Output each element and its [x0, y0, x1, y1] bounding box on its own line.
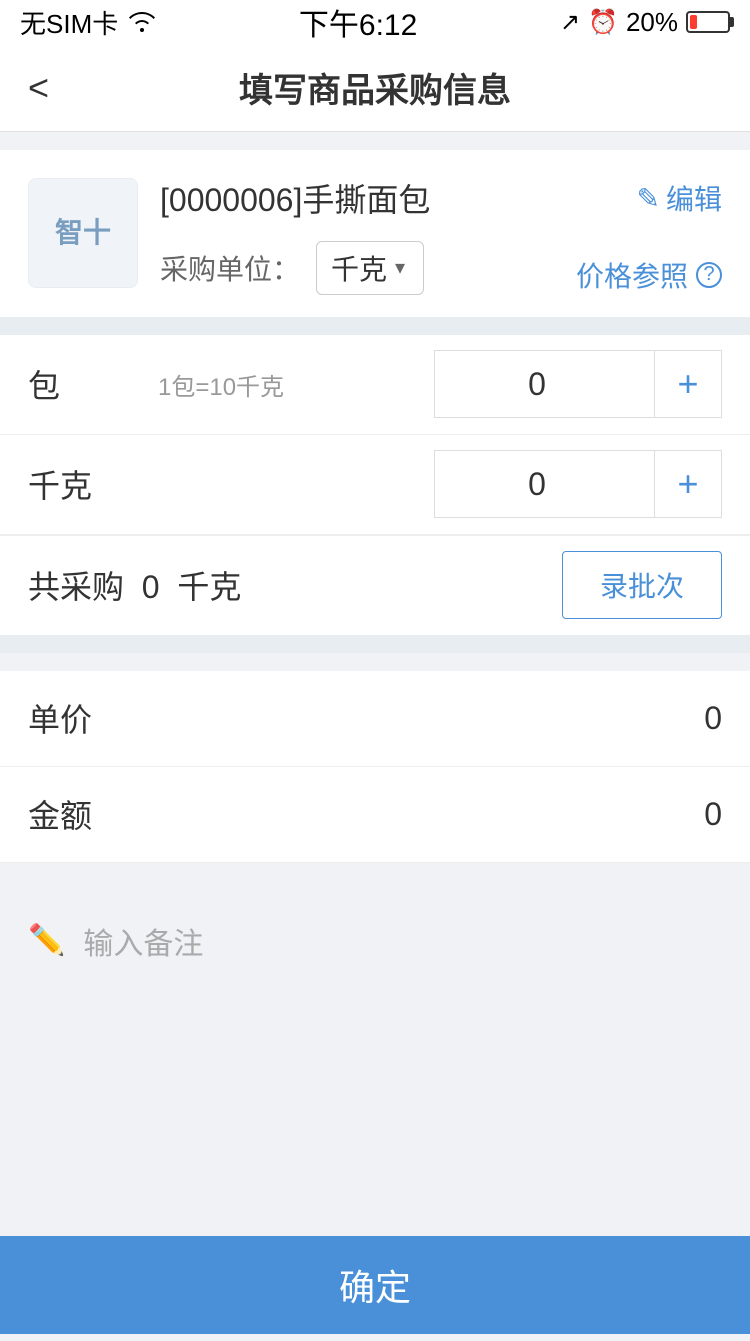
- battery-icon: [686, 11, 730, 33]
- bag-input-row: 包 1包=10千克 +: [0, 335, 750, 435]
- edit-button[interactable]: ✎ 编辑: [637, 178, 722, 218]
- product-id: [0000006]: [160, 182, 302, 218]
- unit-value: 千克: [331, 248, 387, 288]
- divider-2: [0, 635, 750, 653]
- bag-input-right: +: [434, 350, 722, 418]
- status-left: 无SIM卡: [20, 4, 156, 41]
- bag-plus-button[interactable]: +: [654, 350, 722, 418]
- amount-label: 金额: [28, 791, 92, 837]
- battery-pct: 20%: [626, 7, 678, 38]
- unit-price-label: 单价: [28, 695, 92, 741]
- amount-row: 金额 0: [0, 767, 750, 863]
- price-ref-label: 价格参照: [576, 255, 688, 295]
- bag-label: 包: [28, 361, 148, 407]
- summary-unit: 千克: [177, 569, 241, 605]
- remark-placeholder: 输入备注: [83, 919, 203, 963]
- input-section: 包 1包=10千克 + 千克 + 共采购 0 千克 录批次: [0, 335, 750, 635]
- edit-icon: ✎: [637, 182, 660, 215]
- summary-value: 0: [142, 569, 160, 605]
- bag-quantity-input[interactable]: [434, 350, 654, 418]
- unit-price-row: 单价 0: [0, 671, 750, 767]
- kg-label: 千克: [28, 461, 148, 507]
- summary-text: 共采购 0 千克: [28, 562, 241, 608]
- unit-selector[interactable]: 千克 ▾: [316, 241, 424, 295]
- batch-label: 录批次: [600, 565, 684, 605]
- wifi-icon: [128, 12, 156, 32]
- kg-plus-icon: +: [677, 463, 698, 505]
- nav-bar: < 填写商品采购信息: [0, 44, 750, 132]
- alarm-icon: ⏰: [588, 8, 618, 37]
- product-image: 智十: [28, 178, 138, 288]
- kg-input-row: 千克 +: [0, 435, 750, 535]
- divider-1: [0, 317, 750, 335]
- location-icon: ↗: [560, 8, 580, 37]
- batch-button[interactable]: 录批次: [562, 551, 722, 619]
- status-bar: 无SIM卡 下午6:12 ↗ ⏰ 20%: [0, 0, 750, 44]
- remark-section[interactable]: ✏️ 输入备注: [0, 881, 750, 1001]
- kg-plus-button[interactable]: +: [654, 450, 722, 518]
- back-arrow-icon: <: [28, 67, 49, 108]
- back-button[interactable]: <: [28, 67, 49, 109]
- bag-sublabel: 1包=10千克: [158, 367, 284, 402]
- kg-input-right: +: [434, 450, 722, 518]
- kg-quantity-input[interactable]: [434, 450, 654, 518]
- product-logo: 智十: [55, 216, 111, 250]
- edit-label: 编辑: [666, 178, 722, 218]
- product-title: 手撕面包: [302, 182, 430, 218]
- price-section: 单价 0 金额 0: [0, 671, 750, 863]
- amount-value: 0: [704, 796, 722, 833]
- unit-price-value: 0: [704, 700, 722, 737]
- status-right: ↗ ⏰ 20%: [560, 7, 730, 38]
- plus-icon: +: [677, 363, 698, 405]
- unit-label: 采购单位：: [160, 248, 300, 288]
- pencil-icon: ✏️: [28, 923, 65, 958]
- chevron-down-icon: ▾: [395, 255, 405, 280]
- summary-prefix: 共采购: [28, 569, 124, 605]
- price-ref-button[interactable]: 价格参照 ?: [576, 255, 722, 295]
- page-title: 填写商品采购信息: [239, 63, 511, 112]
- status-time: 下午6:12: [299, 0, 417, 44]
- carrier-label: 无SIM卡: [20, 4, 118, 41]
- summary-row: 共采购 0 千克 录批次: [0, 535, 750, 635]
- info-icon: ?: [696, 262, 722, 288]
- confirm-label: 确定: [339, 1259, 411, 1311]
- product-card: 智十 [0000006]手撕面包 采购单位： 千克 ▾ ✎ 编辑 价格参照 ?: [0, 150, 750, 317]
- confirm-button[interactable]: 确定: [0, 1236, 750, 1334]
